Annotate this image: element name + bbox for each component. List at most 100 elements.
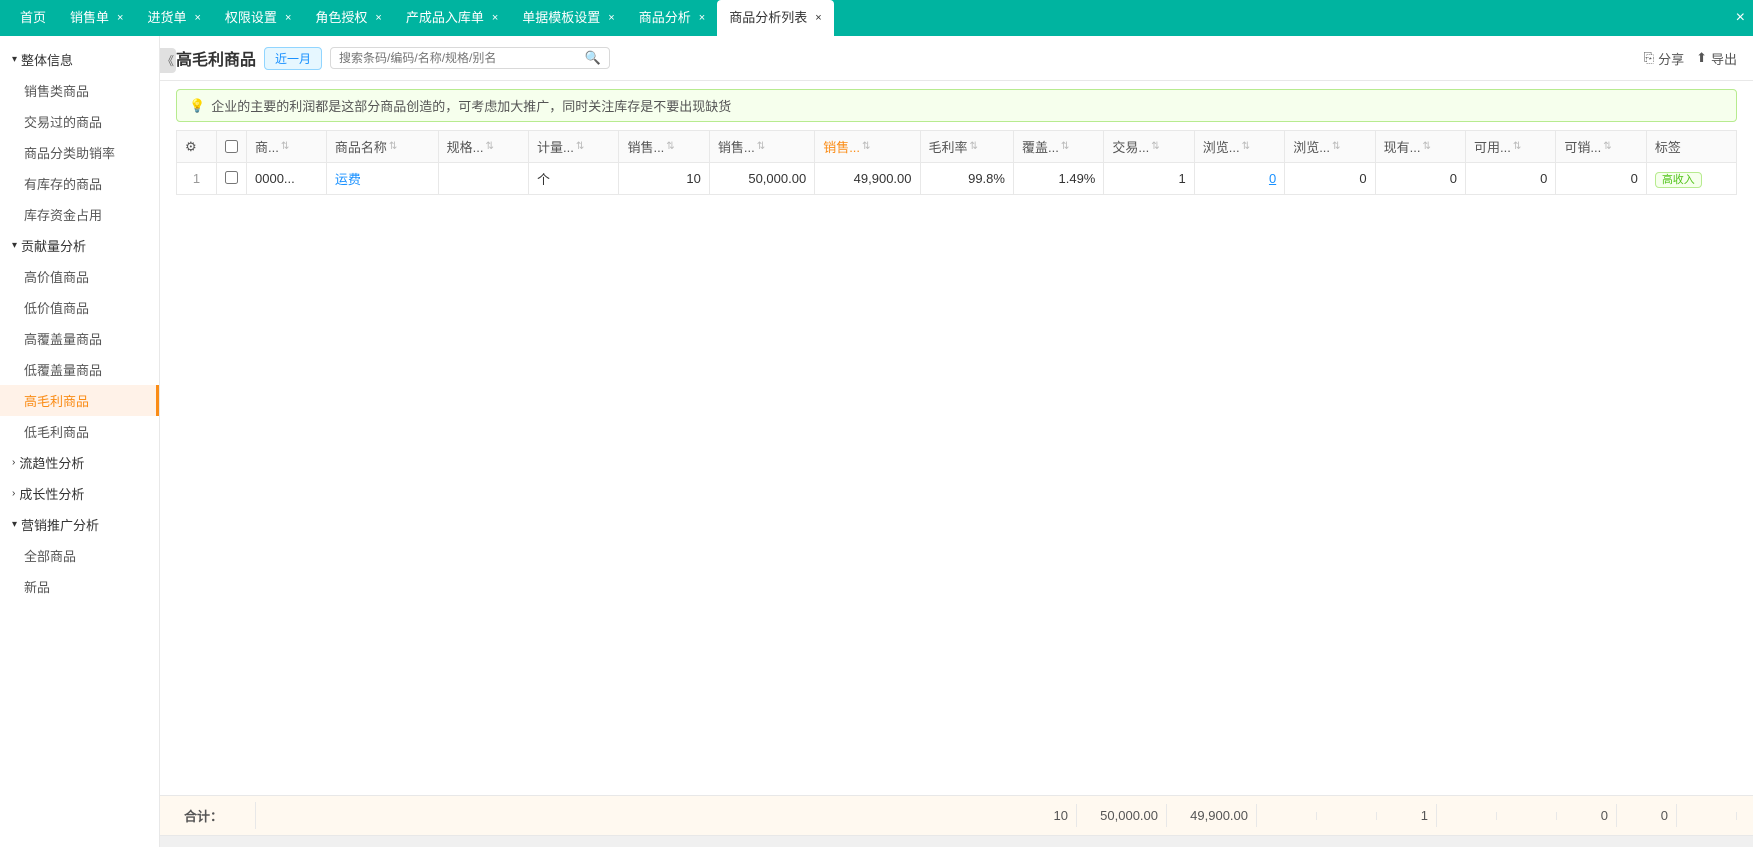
sort-profit[interactable]: ⇅ xyxy=(970,141,978,152)
sidebar-item-category-rate[interactable]: 商品分类助销率 xyxy=(0,137,159,168)
nav-analysis-list[interactable]: 商品分析列表 × xyxy=(717,0,833,36)
arrow-overview: ▾ xyxy=(12,54,17,65)
sort-sales1[interactable]: ⇅ xyxy=(666,141,674,152)
sort-sales3[interactable]: ⇅ xyxy=(862,141,870,152)
nav-sales[interactable]: 销售单 × xyxy=(58,0,135,36)
th-checkbox[interactable] xyxy=(217,131,247,163)
th-stock-avail[interactable]: 可用...⇅ xyxy=(1466,131,1556,163)
sidebar-item-all-goods[interactable]: 全部商品 xyxy=(0,540,159,571)
close-analysis-list[interactable]: × xyxy=(815,0,821,36)
sort-sales2[interactable]: ⇅ xyxy=(757,141,765,152)
sort-name[interactable]: ⇅ xyxy=(389,141,397,152)
sidebar-group-marketing[interactable]: ▾ 营销推广分析 xyxy=(0,509,159,540)
th-stock-now[interactable]: 现有...⇅ xyxy=(1375,131,1465,163)
sidebar-item-high-profit[interactable]: 高毛利商品 xyxy=(0,385,159,416)
footer-sales1: 10 xyxy=(1017,804,1077,827)
sidebar-item-traded-goods[interactable]: 交易过的商品 xyxy=(0,106,159,137)
th-num: ⚙ xyxy=(177,131,217,163)
export-btn[interactable]: ⬆ 导出 xyxy=(1696,49,1737,68)
cell-checkbox[interactable] xyxy=(217,163,247,195)
search-icon[interactable]: 🔍 xyxy=(585,50,601,66)
th-profit[interactable]: 毛利率⇅ xyxy=(920,131,1013,163)
close-purchase[interactable]: × xyxy=(194,0,200,36)
data-table: ⚙ 商...⇅ 商品名称⇅ 规格...⇅ 计量...⇅ 销售...⇅ 销售...… xyxy=(176,130,1737,195)
sort-coverage[interactable]: ⇅ xyxy=(1061,141,1069,152)
footer-stock-avail: 0 xyxy=(1617,804,1677,827)
th-code[interactable]: 商...⇅ xyxy=(247,131,327,163)
sidebar-item-high-coverage[interactable]: 高覆盖量商品 xyxy=(0,323,159,354)
arrow-contribution: ▾ xyxy=(12,240,17,251)
sidebar-item-low-profit[interactable]: 低毛利商品 xyxy=(0,416,159,447)
th-browse2[interactable]: 浏览...⇅ xyxy=(1285,131,1375,163)
sort-unit[interactable]: ⇅ xyxy=(576,141,584,152)
cell-unit: 个 xyxy=(529,163,619,195)
th-sales3[interactable]: 销售...⇅ xyxy=(815,131,920,163)
sidebar-group-contribution[interactable]: ▾ 贡献量分析 xyxy=(0,230,159,261)
close-permission[interactable]: × xyxy=(285,0,291,36)
nav-permission[interactable]: 权限设置 × xyxy=(213,0,303,36)
content-header: 高毛利商品 近一月 🔍 ⎘ 分享 ⬆ 导出 xyxy=(160,36,1753,81)
th-unit[interactable]: 计量...⇅ xyxy=(529,131,619,163)
sort-browse1[interactable]: ⇅ xyxy=(1242,141,1250,152)
sort-stock-avail[interactable]: ⇅ xyxy=(1513,141,1521,152)
cell-browse2: 0 xyxy=(1285,163,1375,195)
cell-trade: 1 xyxy=(1104,163,1194,195)
notice-text: 企业的主要的利润都是这部分商品创造的，可考虑加大推广，同时关注库存是不要出现缺货 xyxy=(211,96,731,115)
nav-template[interactable]: 单据模板设置 × xyxy=(510,0,626,36)
footer-trade: 1 xyxy=(1377,804,1437,827)
sidebar-item-in-stock[interactable]: 有库存的商品 xyxy=(0,168,159,199)
nav-purchase[interactable]: 进货单 × xyxy=(135,0,212,36)
sidebar-item-new-goods[interactable]: 新品 xyxy=(0,571,159,602)
sort-stock-sale[interactable]: ⇅ xyxy=(1603,141,1611,152)
cell-sales1: 10 xyxy=(619,163,709,195)
cell-browse1[interactable]: 0 xyxy=(1194,163,1284,195)
nav-home[interactable]: 首页 xyxy=(8,0,58,36)
close-role[interactable]: × xyxy=(375,0,381,36)
th-browse1[interactable]: 浏览...⇅ xyxy=(1194,131,1284,163)
cell-name[interactable]: 运费 xyxy=(326,163,438,195)
th-sales2[interactable]: 销售...⇅ xyxy=(709,131,814,163)
th-tag[interactable]: 标签 xyxy=(1646,131,1736,163)
close-sales[interactable]: × xyxy=(117,0,123,36)
th-stock-sale[interactable]: 可销...⇅ xyxy=(1556,131,1646,163)
sort-stock-now[interactable]: ⇅ xyxy=(1422,141,1430,152)
close-analysis[interactable]: × xyxy=(699,0,705,36)
horizontal-scrollbar[interactable] xyxy=(160,835,1753,847)
filter-month-btn[interactable]: 近一月 xyxy=(264,47,322,70)
row-checkbox[interactable] xyxy=(225,171,238,184)
close-template[interactable]: × xyxy=(608,0,614,36)
th-trade[interactable]: 交易...⇅ xyxy=(1104,131,1194,163)
cell-sales3: 49,900.00 xyxy=(815,163,920,195)
close-product-in[interactable]: × xyxy=(492,0,498,36)
th-sales1[interactable]: 销售...⇅ xyxy=(619,131,709,163)
sidebar-item-high-value[interactable]: 高价值商品 xyxy=(0,261,159,292)
sidebar-item-low-value[interactable]: 低价值商品 xyxy=(0,292,159,323)
top-nav: 首页 销售单 × 进货单 × 权限设置 × 角色授权 × 产成品入库单 × 单据… xyxy=(0,0,1753,36)
nav-role[interactable]: 角色授权 × xyxy=(303,0,393,36)
th-name[interactable]: 商品名称⇅ xyxy=(326,131,438,163)
sidebar-item-sales-goods[interactable]: 销售类商品 xyxy=(0,75,159,106)
nav-product-in[interactable]: 产成品入库单 × xyxy=(394,0,510,36)
sort-code[interactable]: ⇅ xyxy=(281,141,289,152)
footer-label: 合计： xyxy=(176,802,256,829)
share-btn[interactable]: ⎘ 分享 xyxy=(1644,49,1684,68)
table-row: 1 0000... 运费 个 10 50,000.00 49,900.00 99… xyxy=(177,163,1737,195)
sidebar-group-flow[interactable]: › 流趋性分析 xyxy=(0,447,159,478)
sort-trade[interactable]: ⇅ xyxy=(1151,141,1159,152)
th-spec[interactable]: 规格...⇅ xyxy=(438,131,528,163)
th-coverage[interactable]: 覆盖...⇅ xyxy=(1013,131,1103,163)
sidebar-item-stock-capital[interactable]: 库存资金占用 xyxy=(0,199,159,230)
arrow-marketing: ▾ xyxy=(12,519,17,530)
nav-analysis[interactable]: 商品分析 × xyxy=(627,0,717,36)
sidebar: ▾ 整体信息 销售类商品 交易过的商品 商品分类助销率 有库存的商品 库存资金占… xyxy=(0,36,160,847)
close-all-btn[interactable]: × xyxy=(1736,9,1745,27)
select-all-checkbox[interactable] xyxy=(225,140,238,153)
search-input[interactable] xyxy=(339,51,581,65)
sort-browse2[interactable]: ⇅ xyxy=(1332,141,1340,152)
sidebar-group-overview[interactable]: ▾ 整体信息 xyxy=(0,44,159,75)
notice-bar: 💡 企业的主要的利润都是这部分商品创造的，可考虑加大推广，同时关注库存是不要出现… xyxy=(176,89,1737,122)
sort-spec[interactable]: ⇅ xyxy=(485,141,493,152)
sidebar-item-low-coverage[interactable]: 低覆盖量商品 xyxy=(0,354,159,385)
sidebar-group-growth[interactable]: › 成长性分析 xyxy=(0,478,159,509)
sidebar-collapse-btn[interactable]: 《 xyxy=(160,48,176,73)
